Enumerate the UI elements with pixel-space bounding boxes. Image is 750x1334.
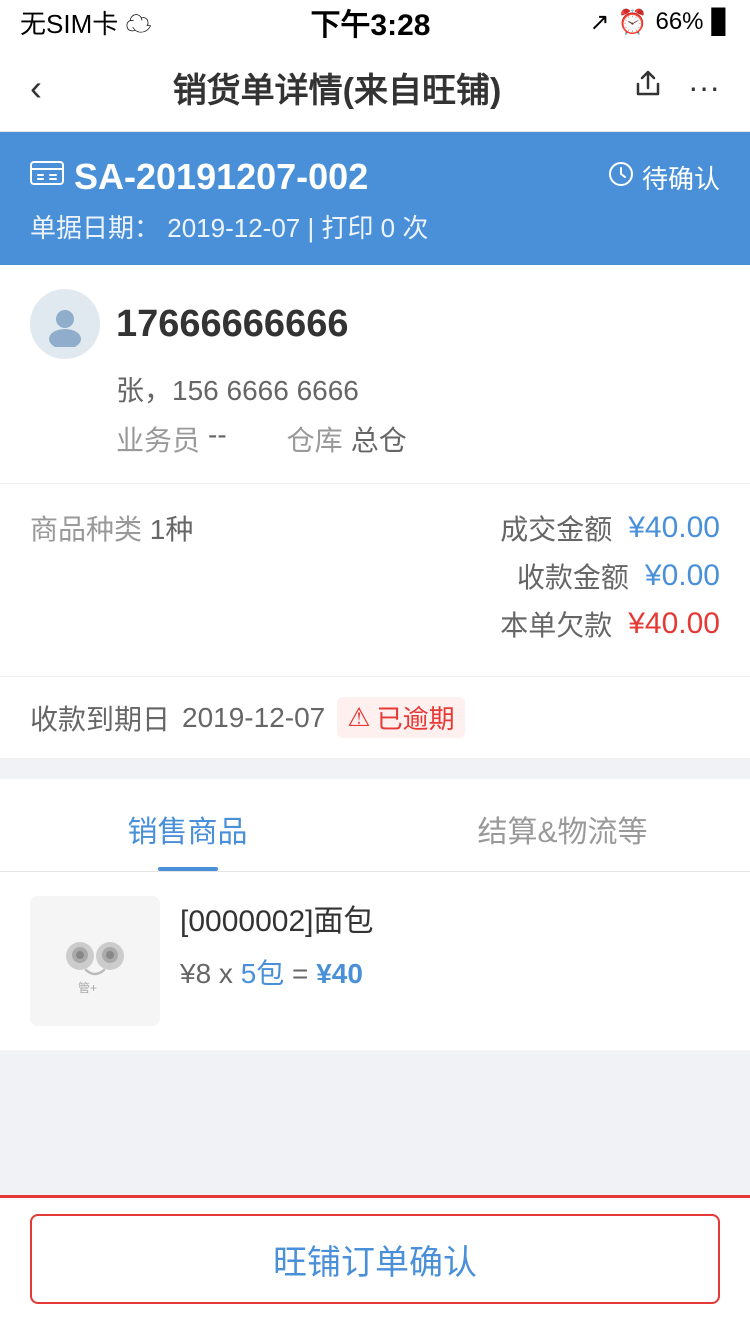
product-name: [0000002]面包 (180, 896, 720, 940)
date-value: 2019-12-07 (167, 213, 300, 243)
product-section: 管+ [0000002]面包 ¥8 x 5包 = ¥40 (0, 872, 750, 1051)
status-right: ↗ ⏰ 66% ▊ (589, 8, 730, 37)
collection-label: 收款金额 (517, 556, 629, 596)
confirm-button-wrap: 旺铺订单确认 (0, 1195, 750, 1334)
header-card: SA-20191207-002 待确认 单据日期： 2019-12-07 | 打… (0, 132, 750, 265)
print-info: | 打印 0 次 (307, 213, 428, 243)
location-icon: ↗ (589, 8, 609, 37)
order-id-text: SA-20191207-002 (74, 156, 368, 198)
customer-row: 17666666666 (30, 289, 720, 359)
page-title: 销货单详情(来自旺铺) (173, 63, 502, 112)
alarm-icon: ⏰ (618, 8, 648, 37)
tabs-section: 销售商品 结算&物流等 (0, 779, 750, 872)
tab-sales[interactable]: 销售商品 (0, 779, 375, 871)
battery-label: 66% (655, 8, 703, 36)
collection-row: 收款金额 ¥0.00 (500, 556, 720, 596)
balance-label: 本单欠款 (500, 604, 612, 644)
collection-amount: ¥0.00 (645, 559, 720, 593)
warehouse-label: 仓库 (287, 419, 343, 459)
balance-row: 本单欠款 ¥40.00 (500, 604, 720, 644)
customer-name: 张，156 6666 6666 (116, 369, 720, 409)
header-top-row: SA-20191207-002 待确认 (30, 156, 720, 198)
status-left: 无SIM卡 ☁ (20, 4, 151, 41)
tab-settlement[interactable]: 结算&物流等 (375, 779, 750, 871)
price-text: ¥8 x (180, 958, 241, 989)
overdue-badge: ⚠ 已逾期 (337, 697, 464, 738)
type-value: 1种 (150, 514, 194, 545)
salesperson-value: -- (208, 419, 227, 459)
tabs-row: 销售商品 结算&物流等 (0, 779, 750, 871)
transaction-label: 成交金额 (500, 508, 612, 548)
nav-bar: ‹ 销货单详情(来自旺铺) ··· (0, 44, 750, 132)
avatar (30, 289, 100, 359)
balance-amount: ¥40.00 (628, 607, 720, 641)
product-image: 管+ (30, 896, 160, 1026)
due-date-section: 收款到期日 2019-12-07 ⚠ 已逾期 (0, 677, 750, 759)
salesperson-label: 业务员 (116, 419, 200, 459)
total-text: ¥40 (316, 958, 363, 989)
sim-label: 无SIM卡 ☁ (20, 4, 151, 41)
status-time: 下午3:28 (310, 0, 430, 44)
customer-phone: 17666666666 (116, 303, 348, 346)
quantity-text: 5包 (241, 958, 285, 989)
nav-actions: ··· (632, 68, 720, 108)
confirm-order-button[interactable]: 旺铺订单确认 (30, 1214, 720, 1304)
equals-text: = (284, 958, 316, 989)
date-label: 单据日期： (30, 213, 160, 243)
summary-section: 商品种类 1种 成交金额 ¥40.00 收款金额 ¥0.00 本单欠款 ¥40.… (0, 484, 750, 677)
customer-meta: 业务员 -- 仓库 总仓 (116, 419, 720, 459)
more-icon[interactable]: ··· (688, 69, 720, 106)
warehouse-item: 仓库 总仓 (287, 419, 407, 459)
svg-text:管+: 管+ (78, 980, 97, 995)
confirm-button-label: 旺铺订单确认 (273, 1235, 477, 1284)
due-date-value: 2019-12-07 (182, 702, 325, 734)
summary-right: 成交金额 ¥40.00 收款金额 ¥0.00 本单欠款 ¥40.00 (500, 508, 720, 652)
order-id-container: SA-20191207-002 (30, 156, 368, 198)
order-icon (30, 156, 64, 198)
customer-section: 17666666666 张，156 6666 6666 业务员 -- 仓库 总仓 (0, 265, 750, 484)
overdue-icon: ⚠ (347, 702, 370, 733)
type-label: 商品种类 (30, 514, 142, 545)
status-text: 待确认 (642, 159, 720, 196)
transaction-amount: ¥40.00 (628, 511, 720, 545)
battery-icon: ▊ (712, 8, 730, 37)
tab-sales-label: 销售商品 (128, 816, 248, 849)
back-button[interactable]: ‹ (30, 67, 42, 109)
product-info: [0000002]面包 ¥8 x 5包 = ¥40 (180, 896, 720, 992)
share-icon[interactable] (632, 68, 664, 108)
product-price: ¥8 x 5包 = ¥40 (180, 952, 720, 992)
due-date-label: 收款到期日 (30, 698, 170, 738)
overdue-text: 已逾期 (377, 699, 455, 736)
salesperson-item: 业务员 -- (116, 419, 227, 459)
transaction-row: 成交金额 ¥40.00 (500, 508, 720, 548)
tab-settlement-label: 结算&物流等 (477, 816, 647, 849)
summary-left: 商品种类 1种 (30, 508, 193, 548)
warehouse-value: 总仓 (351, 419, 407, 459)
order-date-row: 单据日期： 2019-12-07 | 打印 0 次 (30, 208, 720, 245)
clock-icon (608, 161, 634, 194)
order-status: 待确认 (608, 159, 720, 196)
status-bar: 无SIM卡 ☁ 下午3:28 ↗ ⏰ 66% ▊ (0, 0, 750, 44)
